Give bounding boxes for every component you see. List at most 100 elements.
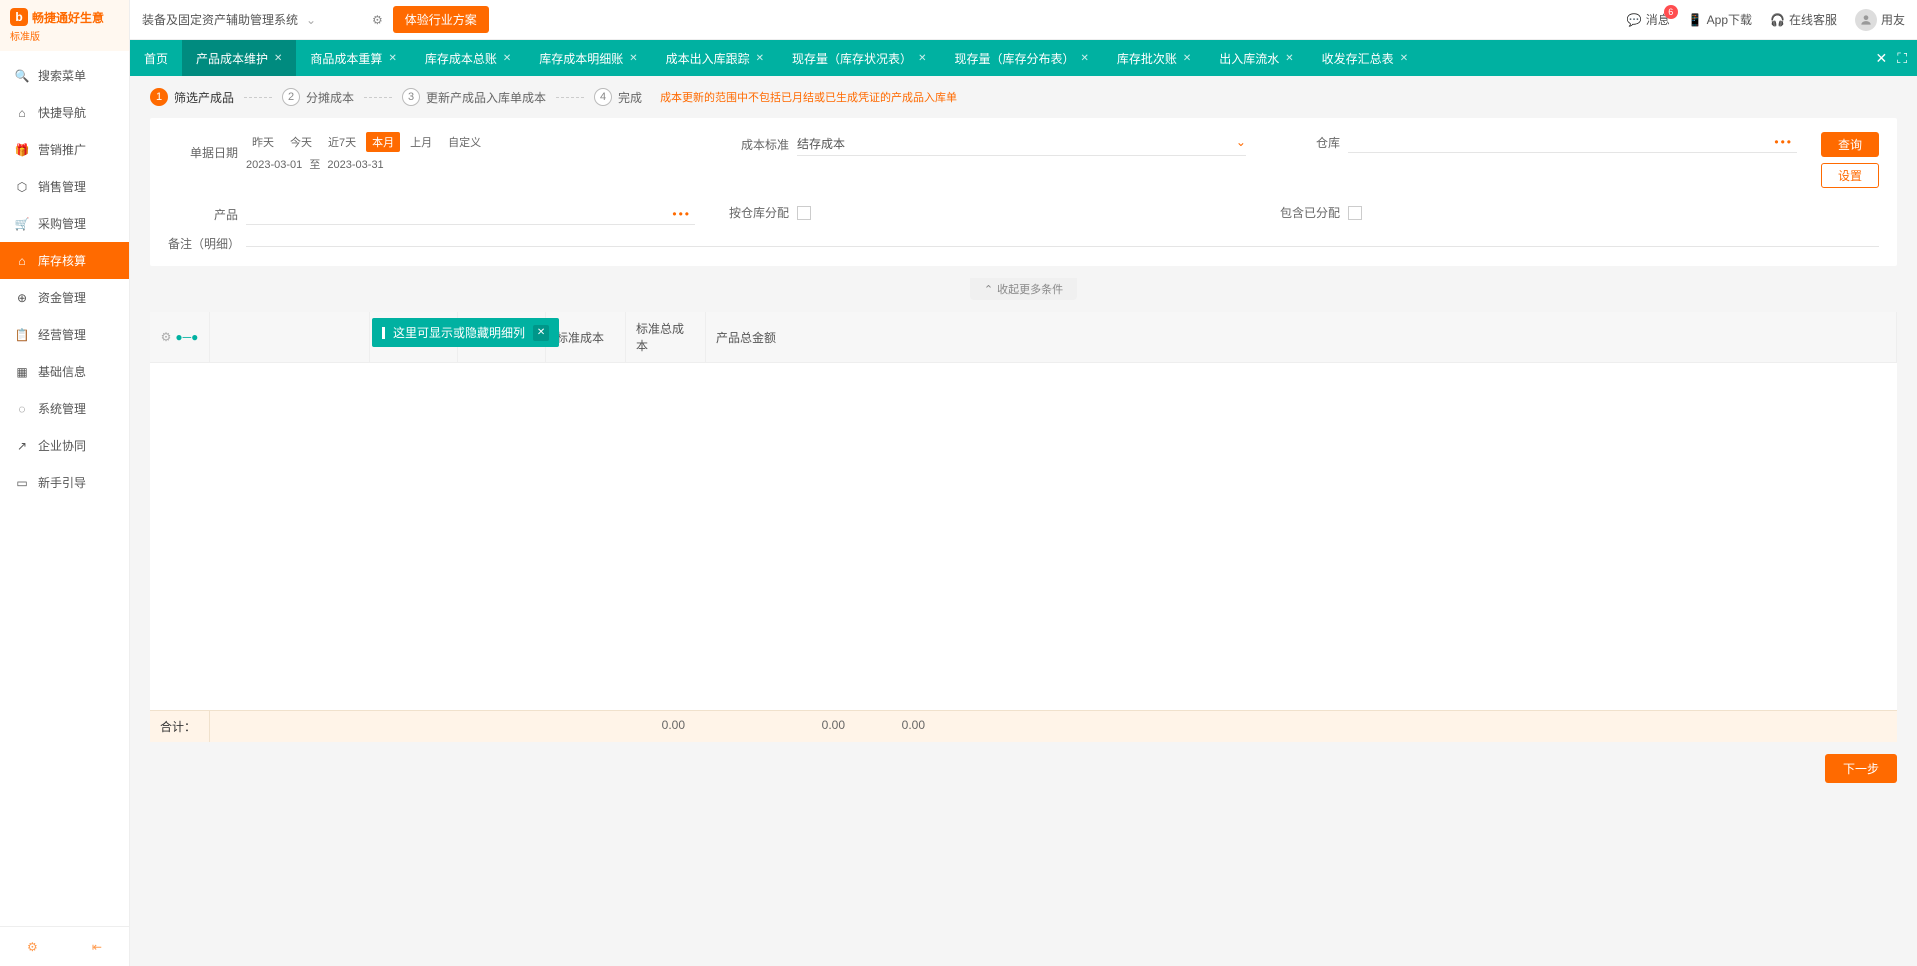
sidebar-item-9[interactable]: ◌系统管理 [0,390,129,427]
by-warehouse-checkbox[interactable] [797,206,811,220]
close-icon[interactable]: ✕ [533,325,549,341]
sidebar-item-0[interactable]: 🔍搜索菜单 [0,57,129,94]
sidebar-item-3[interactable]: ⬡销售管理 [0,168,129,205]
close-icon[interactable]: ✕ [274,53,282,64]
cost-standard-select[interactable]: 结存成本 ⌄ [797,132,1246,156]
tab-5[interactable]: 成本出入库跟踪✕ [652,40,778,76]
date-chip-2[interactable]: 近7天 [322,132,362,152]
next-button[interactable]: 下一步 [1825,754,1897,783]
step-number: 1 [150,88,168,106]
tooltip-text: 这里可显示或隐藏明细列 [393,324,525,341]
remark-input[interactable] [246,240,1879,247]
close-icon[interactable]: ✕ [1183,53,1191,64]
system-settings-icon[interactable]: ⚙ [372,13,383,27]
step-4: 4完成 [594,88,642,106]
footer-sum-2: 0.00 [527,711,695,742]
collapse-icon[interactable]: ⇤ [92,940,102,954]
card-icon: ▦ [14,364,30,380]
remark-row: 备注（明细） [168,235,1879,252]
results-table: 这里可显示或隐藏明细列 ✕ ⚙ ●─● ▲▼主计量 ▲▼生产数量 标准成本 标准… [150,312,1897,742]
tab-0[interactable]: 首页 [130,40,182,76]
system-name: 装备及固定资产辅助管理系统 [142,11,298,28]
sidebar-item-6[interactable]: ⊕资金管理 [0,279,129,316]
system-selector[interactable]: 装备及固定资产辅助管理系统 ⌄ [142,11,362,28]
avatar [1855,9,1877,31]
gear-icon[interactable]: ⚙ [27,940,38,954]
column-settings[interactable]: ⚙ ●─● [150,312,210,362]
tab-label: 现存量（库存分布表） [954,50,1074,67]
steps-bar: 1筛选产成品2分摊成本3更新产成品入库单成本4完成成本更新的范围中不包括已月结或… [130,76,1917,118]
step-number: 3 [402,88,420,106]
sidebar-item-2[interactable]: 🎁营销推广 [0,131,129,168]
product-input[interactable]: ••• [246,204,695,225]
footer-sum-4: 0.00 [855,711,935,742]
steps-note: 成本更新的范围中不包括已月结或已生成凭证的产成品入库单 [660,89,957,105]
col-product-total[interactable]: 产品总金额 [706,312,1897,362]
fullscreen-icon[interactable]: ⛶ [1897,50,1907,67]
experience-plan-button[interactable]: 体验行业方案 [393,6,489,33]
support-label: 在线客服 [1789,11,1837,28]
table-body [150,363,1897,710]
sidebar-item-7[interactable]: 📋经营管理 [0,316,129,353]
close-icon[interactable]: ✕ [1285,53,1293,64]
step-2: 2分摊成本 [282,88,354,106]
tab-4[interactable]: 库存成本明细账✕ [525,40,651,76]
tab-2[interactable]: 商品成本重算✕ [296,40,410,76]
sidebar-item-11[interactable]: ▭新手引导 [0,464,129,501]
date-range: 2023-03-01 至 2023-03-31 [246,156,487,172]
messages-link[interactable]: 💬 消息 6 [1627,11,1670,28]
sidebar-item-label: 快捷导航 [38,104,86,121]
product-filter: 产品 ••• [168,204,695,225]
date-chip-3[interactable]: 本月 [366,132,400,152]
tab-7[interactable]: 现存量（库存分布表） ✕ [940,40,1102,76]
close-icon[interactable]: ✕ [629,53,637,64]
step-label: 筛选产成品 [174,89,234,106]
user-menu[interactable]: 用友 [1855,9,1905,31]
cost-standard-filter: 成本标准 结存成本 ⌄ [719,132,1246,156]
sidebar-item-5[interactable]: ⌂库存核算 [0,242,129,279]
support-link[interactable]: 🎧 在线客服 [1770,11,1837,28]
close-icon[interactable]: ✕ [756,53,764,64]
filter-buttons: 查询 设置 [1821,132,1879,188]
tab-10[interactable]: 收发存汇总表✕ [1308,40,1422,76]
sidebar-item-10[interactable]: ↗企业协同 [0,427,129,464]
sidebar-item-label: 基础信息 [38,363,86,380]
box-icon: ⬡ [14,179,30,195]
more-icon[interactable]: ••• [668,207,695,221]
warehouse-icon: ⌂ [14,253,30,269]
close-all-tabs-icon[interactable]: ✕ [1875,50,1887,67]
sidebar-item-4[interactable]: 🛒采购管理 [0,205,129,242]
tab-label: 库存成本总账 [425,50,497,67]
collapse-filters-button[interactable]: ⌃ 收起更多条件 [970,278,1077,300]
header: 装备及固定资产辅助管理系统 ⌄ ⚙ 体验行业方案 💬 消息 6 📱 App下载 … [130,0,1917,40]
close-icon[interactable]: ✕ [1400,53,1408,64]
query-button[interactable]: 查询 [1821,132,1879,157]
logo-edition: 标准版 [10,28,119,43]
date-chip-5[interactable]: 自定义 [442,132,487,152]
tab-1[interactable]: 产品成本维护✕ [182,40,296,76]
gear-icon: ◌ [14,401,30,417]
tab-label: 库存批次账 [1117,50,1177,67]
close-icon[interactable]: ✕ [388,53,396,64]
tab-6[interactable]: 现存量（库存状况表）✕ [778,40,940,76]
sidebar-item-1[interactable]: ⌂快捷导航 [0,94,129,131]
close-icon[interactable]: ✕ [503,53,511,64]
more-icon[interactable]: ••• [1770,135,1797,149]
date-chip-0[interactable]: 昨天 [246,132,280,152]
tab-3[interactable]: 库存成本总账 ✕ [411,40,525,76]
close-icon[interactable]: ✕ [1080,53,1088,64]
money-icon: ⊕ [14,290,30,306]
date-chip-4[interactable]: 上月 [404,132,438,152]
include-allocated-checkbox[interactable] [1348,206,1362,220]
date-to: 2023-03-31 [327,159,383,171]
tab-9[interactable]: 出入库流水✕ [1205,40,1307,76]
tab-8[interactable]: 库存批次账 ✕ [1103,40,1205,76]
date-chip-1[interactable]: 今天 [284,132,318,152]
download-link[interactable]: 📱 App下载 [1688,11,1752,28]
warehouse-input[interactable]: ••• [1348,132,1797,153]
sidebar-item-8[interactable]: ▦ 基础信息 [0,353,129,390]
col-std-total[interactable]: 标准总成本 [626,312,706,362]
close-icon[interactable]: ✕ [918,53,926,64]
settings-button[interactable]: 设置 [1821,163,1879,188]
include-allocated-label: 包含已分配 [1270,204,1340,221]
